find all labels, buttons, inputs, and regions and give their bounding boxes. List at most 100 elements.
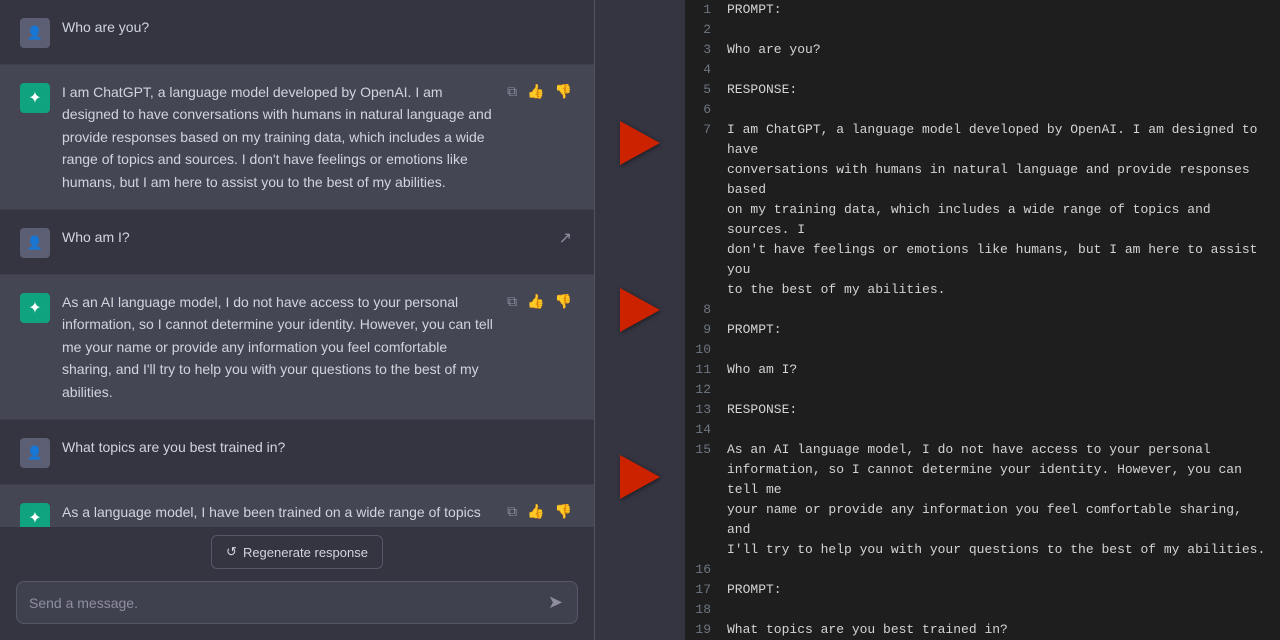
code-line: 9PROMPT: (685, 320, 1280, 340)
line-content: your name or provide any information you… (727, 500, 1280, 540)
line-content: information, so I cannot determine your … (727, 460, 1280, 500)
line-content (727, 600, 1280, 620)
code-line: to the best of my abilities. (685, 280, 1280, 300)
code-line: conversations with humans in natural lan… (685, 160, 1280, 200)
arrow-1 (620, 121, 660, 165)
line-content: RESPONSE: (727, 400, 1280, 420)
code-line: I'll try to help you with your questions… (685, 540, 1280, 560)
copy-icon-3[interactable]: ⧉ (505, 501, 519, 522)
line-number (685, 460, 727, 500)
code-line: 16 (685, 560, 1280, 580)
user-text-3: What topics are you best trained in? (62, 436, 574, 458)
code-line: 12 (685, 380, 1280, 400)
line-content: Who are you? (727, 40, 1280, 60)
line-number: 18 (685, 600, 727, 620)
code-line: on my training data, which includes a wi… (685, 200, 1280, 240)
code-line: your name or provide any information you… (685, 500, 1280, 540)
code-line: 18 (685, 600, 1280, 620)
regenerate-area: ↺ Regenerate response (0, 527, 594, 573)
line-number: 4 (685, 60, 727, 80)
code-line: 7I am ChatGPT, a language model develope… (685, 120, 1280, 160)
line-content: What topics are you best trained in? (727, 620, 1280, 640)
user-icon: 👤 (27, 25, 43, 41)
line-number (685, 240, 727, 280)
user-message-2: 👤 Who am I? ↗ (0, 210, 594, 275)
thumbdown-icon-2[interactable]: 👎 (553, 291, 574, 312)
chat-messages: 👤 Who are you? ✦ I am ChatGPT, a languag… (0, 0, 594, 527)
copy-icon-2[interactable]: ⧉ (505, 291, 519, 312)
thumbup-icon-1[interactable]: 👍 (525, 81, 546, 102)
copy-icon-1[interactable]: ⧉ (505, 81, 519, 102)
ai-actions-1: ⧉ 👍 👎 (497, 81, 574, 102)
ai-icon-1: ✦ (28, 88, 41, 108)
line-content (727, 560, 1280, 580)
line-content: PROMPT: (727, 0, 1280, 20)
chat-input[interactable] (29, 595, 538, 611)
line-number: 16 (685, 560, 727, 580)
line-content (727, 100, 1280, 120)
user-text-2: Who am I? (62, 226, 549, 248)
code-line: 15As an AI language model, I do not have… (685, 440, 1280, 460)
user-message-1: 👤 Who are you? (0, 0, 594, 65)
code-line: 14 (685, 420, 1280, 440)
line-number (685, 160, 727, 200)
line-content: on my training data, which includes a wi… (727, 200, 1280, 240)
line-number: 2 (685, 20, 727, 40)
line-content (727, 20, 1280, 40)
line-number: 8 (685, 300, 727, 320)
code-line: 10 (685, 340, 1280, 360)
arrow-2 (620, 288, 660, 332)
send-icon: ➤ (548, 592, 563, 613)
line-number: 3 (685, 40, 727, 60)
code-line: 2 (685, 20, 1280, 40)
send-button[interactable]: ➤ (546, 592, 565, 613)
ai-avatar-2: ✦ (20, 293, 50, 323)
ai-avatar-3: ✦ (20, 503, 50, 527)
line-content (727, 300, 1280, 320)
user-text-1: Who are you? (62, 16, 574, 38)
line-content (727, 60, 1280, 80)
user-actions-2: ↗ (549, 226, 574, 250)
line-number: 11 (685, 360, 727, 380)
line-number: 6 (685, 100, 727, 120)
line-number (685, 280, 727, 300)
thumbdown-icon-3[interactable]: 👎 (553, 501, 574, 522)
line-content (727, 380, 1280, 400)
ai-text-1: I am ChatGPT, a language model developed… (62, 81, 497, 193)
line-number: 10 (685, 340, 727, 360)
line-content: As an AI language model, I do not have a… (727, 440, 1280, 460)
line-content: to the best of my abilities. (727, 280, 1280, 300)
line-number (685, 200, 727, 240)
ai-actions-3: ⧉ 👍 👎 (497, 501, 574, 522)
thumbup-icon-3[interactable]: 👍 (525, 501, 546, 522)
code-line: 19What topics are you best trained in? (685, 620, 1280, 640)
line-number: 17 (685, 580, 727, 600)
line-number: 12 (685, 380, 727, 400)
thumbup-icon-2[interactable]: 👍 (525, 291, 546, 312)
arrows-panel (595, 0, 685, 640)
user-avatar-1: 👤 (20, 18, 50, 48)
line-number: 1 (685, 0, 727, 20)
ai-icon-2: ✦ (28, 298, 41, 318)
regenerate-label: Regenerate response (243, 545, 368, 560)
line-number: 15 (685, 440, 727, 460)
line-number: 19 (685, 620, 727, 640)
chat-panel: 👤 Who are you? ✦ I am ChatGPT, a languag… (0, 0, 595, 640)
regenerate-icon: ↺ (226, 544, 237, 560)
line-number (685, 540, 727, 560)
line-content: don't have feelings or emotions like hum… (727, 240, 1280, 280)
line-content: Who am I? (727, 360, 1280, 380)
ai-message-2: ✦ As an AI language model, I do not have… (0, 275, 594, 420)
user-icon-3: 👤 (27, 445, 43, 461)
share-icon-2[interactable]: ↗ (557, 226, 574, 250)
thumbdown-icon-1[interactable]: 👎 (553, 81, 574, 102)
regenerate-button[interactable]: ↺ Regenerate response (211, 535, 383, 569)
ai-text-2: As an AI language model, I do not have a… (62, 291, 497, 403)
code-line: 4 (685, 60, 1280, 80)
code-line: 11Who am I? (685, 360, 1280, 380)
line-number: 7 (685, 120, 727, 160)
ai-avatar-1: ✦ (20, 83, 50, 113)
code-line: 6 (685, 100, 1280, 120)
line-content: PROMPT: (727, 580, 1280, 600)
input-area: ➤ (0, 573, 594, 640)
